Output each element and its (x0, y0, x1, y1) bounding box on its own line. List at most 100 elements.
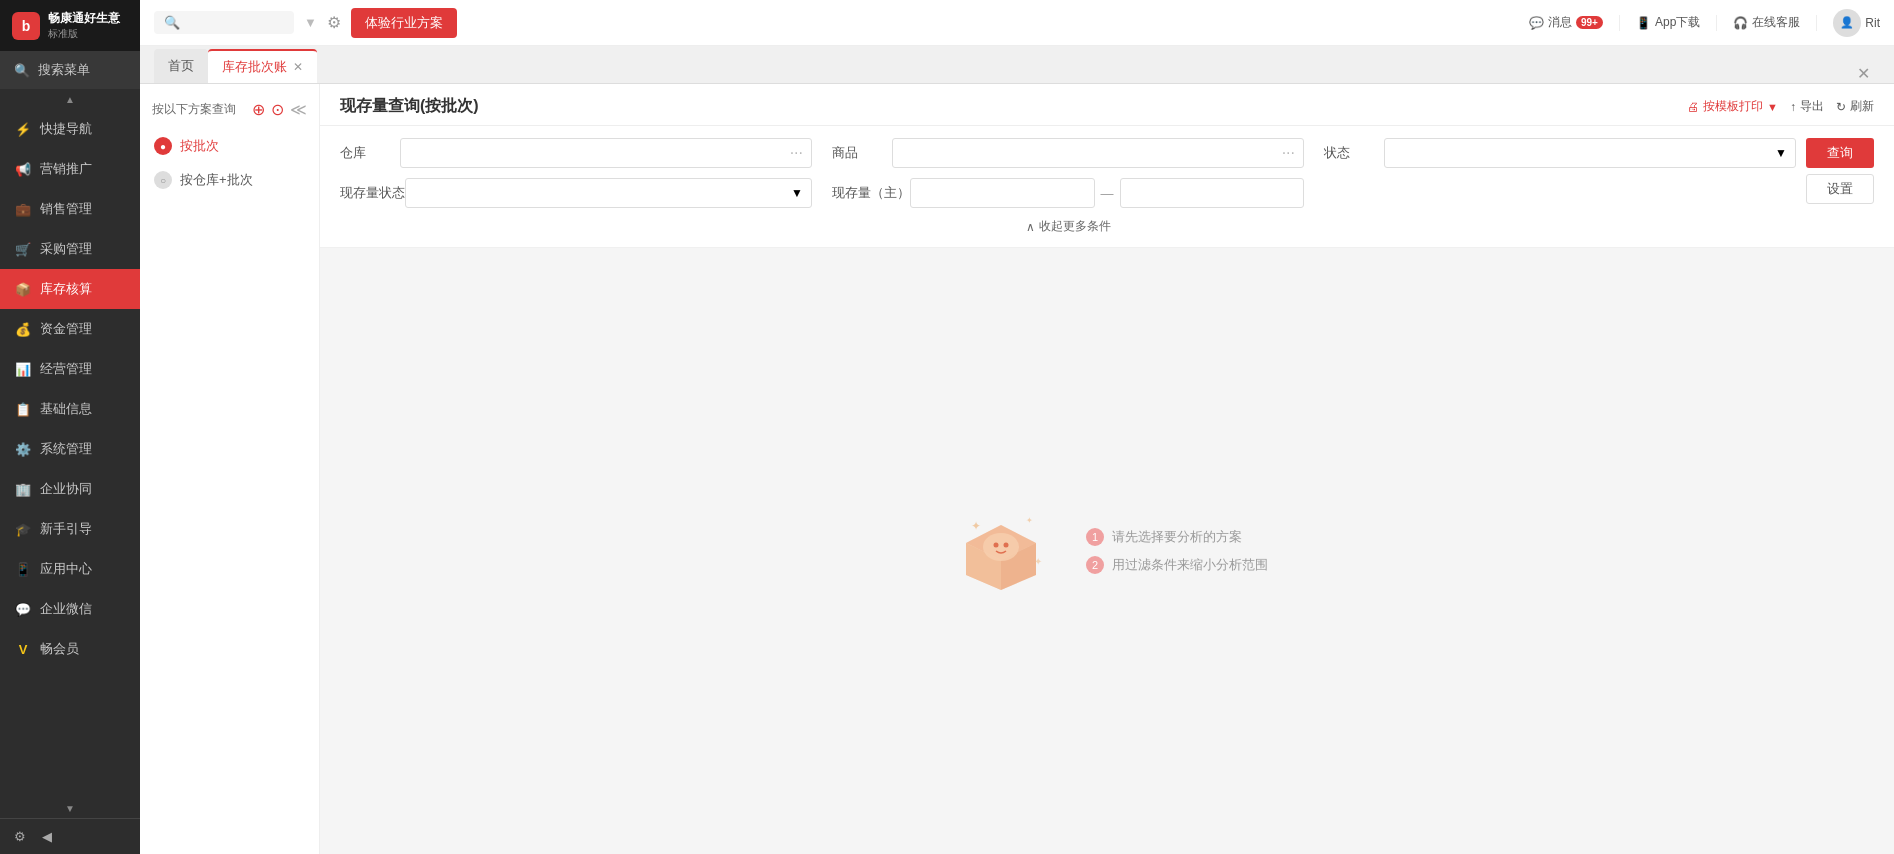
sidebar-item-vip[interactable]: V 畅会员 (0, 629, 140, 669)
refresh-button[interactable]: ↻ 刷新 (1836, 98, 1874, 115)
svg-text:✦: ✦ (971, 519, 981, 533)
box-icon: 📦 (14, 280, 32, 298)
sidebar-item-marketing[interactable]: 📢 营销推广 (0, 149, 140, 189)
filter-row-1: 仓库 ··· 商品 ··· (340, 138, 1796, 168)
scheme-by-batch-label: 按批次 (180, 137, 219, 155)
money-icon: 💰 (14, 320, 32, 338)
cart-icon: 🛒 (14, 240, 32, 258)
sidebar-item-appstore[interactable]: 📱 应用中心 (0, 549, 140, 589)
app-download-button[interactable]: 📱 App下载 (1636, 14, 1700, 31)
add-scheme-icon[interactable]: ⊕ (252, 100, 265, 119)
building-icon: 🏢 (14, 480, 32, 498)
messages-badge: 99+ (1576, 16, 1603, 29)
empty-tips: 1 请先选择要分析的方案 2 用过滤条件来缩小分析范围 (1086, 528, 1268, 574)
sidebar-collapse-icon[interactable]: ◀ (42, 829, 52, 844)
action-buttons: 查询 设置 (1806, 138, 1874, 204)
graduation-icon: 🎓 (14, 520, 32, 538)
flash-icon: ⚡ (14, 120, 32, 138)
print-dropdown-icon[interactable]: ▼ (1767, 101, 1778, 113)
topbar-actions: 💬 消息 99+ 📱 App下载 🎧 在线客服 👤 Rit (1529, 9, 1880, 37)
sidebar-footer: ⚙ ◀ (0, 818, 140, 854)
sidebar-settings-icon[interactable]: ⚙ (14, 829, 26, 844)
print-template-button[interactable]: 🖨 按模板打印 ▼ (1687, 98, 1778, 115)
goods-input[interactable]: ··· (892, 138, 1304, 168)
warehouse-more-icon[interactable]: ··· (790, 144, 803, 162)
inventory-qty-min[interactable] (910, 178, 1095, 208)
warehouse-input[interactable]: ··· (400, 138, 812, 168)
inventory-qty-max[interactable] (1120, 178, 1305, 208)
goods-more-icon[interactable]: ··· (1282, 144, 1295, 162)
tab-close-icon[interactable]: ✕ (293, 60, 303, 74)
left-panel-actions: ⊕ ⊙ ≪ (252, 100, 307, 119)
sidebar-scroll-down[interactable]: ▼ (0, 798, 140, 818)
sidebar-item-enterprise[interactable]: 🏢 企业协同 (0, 469, 140, 509)
tip-text-2: 用过滤条件来缩小分析范围 (1112, 556, 1268, 574)
vip-icon: V (14, 640, 32, 658)
goods-text-input[interactable] (901, 146, 1274, 160)
topbar: 🔍 ▼ ⚙ 体验行业方案 💬 消息 99+ 📱 App下载 🎧 在线客服 (140, 0, 1894, 46)
settings-button[interactable]: 设置 (1806, 174, 1874, 204)
topbar-settings-icon[interactable]: ⚙ (327, 13, 341, 32)
topbar-search-input[interactable] (186, 16, 276, 30)
range-separator: — (1101, 186, 1114, 201)
gear-icon: ⚙️ (14, 440, 32, 458)
sidebar-item-wechat[interactable]: 💬 企业微信 (0, 589, 140, 629)
empty-tip-1: 1 请先选择要分析的方案 (1086, 528, 1268, 546)
tab-home[interactable]: 首页 (154, 49, 208, 83)
print-icon: 🖨 (1687, 100, 1699, 114)
query-button[interactable]: 查询 (1806, 138, 1874, 168)
sidebar-item-finance[interactable]: 💰 资金管理 (0, 309, 140, 349)
tab-batch-account[interactable]: 库存批次账 ✕ (208, 49, 317, 83)
sidebar-item-quicknav[interactable]: ⚡ 快捷导航 (0, 109, 140, 149)
page-header-actions: 🖨 按模板打印 ▼ ↑ 导出 ↻ 刷新 (1687, 98, 1874, 115)
trial-button[interactable]: 体验行业方案 (351, 8, 457, 38)
online-service-button[interactable]: 🎧 在线客服 (1733, 14, 1800, 31)
collapse-button[interactable]: ∧ 收起更多条件 (1026, 218, 1111, 235)
sidebar-item-inventory[interactable]: 📦 库存核算 (0, 269, 140, 309)
scheme-by-batch[interactable]: ● 按批次 (140, 129, 319, 163)
status-select[interactable]: ▼ (1384, 138, 1796, 168)
sidebar-item-purchase[interactable]: 🛒 采购管理 (0, 229, 140, 269)
left-panel-header: 按以下方案查询 ⊕ ⊙ ≪ (140, 94, 319, 129)
export-icon: ↑ (1790, 100, 1796, 114)
user-menu[interactable]: 👤 Rit (1833, 9, 1880, 37)
messages-button[interactable]: 💬 消息 99+ (1529, 14, 1603, 31)
warehouse-text-input[interactable] (409, 146, 782, 160)
sidebar-item-newbie[interactable]: 🎓 新手引导 (0, 509, 140, 549)
empty-tip-2: 2 用过滤条件来缩小分析范围 (1086, 556, 1268, 574)
inventory-status-select[interactable]: ▼ (405, 178, 812, 208)
scheme-by-warehouse-batch[interactable]: ○ 按仓库+批次 (140, 163, 319, 197)
chart-icon: 📊 (14, 360, 32, 378)
sidebar-item-system[interactable]: ⚙️ 系统管理 (0, 429, 140, 469)
messages-label: 消息 (1548, 14, 1572, 31)
sidebar-search-label: 搜索菜单 (38, 61, 90, 79)
briefcase-icon: 💼 (14, 200, 32, 218)
sidebar-item-operations[interactable]: 📊 经营管理 (0, 349, 140, 389)
sidebar: b 畅康通好生意 标准版 🔍 搜索菜单 ▲ ⚡ 快捷导航 📢 营销推广 💼 销售… (0, 0, 140, 854)
megaphone-icon: 📢 (14, 160, 32, 178)
settings-scheme-icon[interactable]: ⊙ (271, 100, 284, 119)
sidebar-search[interactable]: 🔍 搜索菜单 (0, 51, 140, 89)
main-content: 现存量查询(按批次) 🖨 按模板打印 ▼ ↑ 导出 ↻ 刷新 (320, 84, 1894, 854)
sidebar-nav: ⚡ 快捷导航 📢 营销推广 💼 销售管理 🛒 采购管理 📦 库存核算 💰 资金管… (0, 109, 140, 798)
empty-illustration: ✦ ✦ ✦ (946, 495, 1056, 608)
left-panel-title: 按以下方案查询 (152, 101, 236, 118)
clipboard-icon: 📋 (14, 400, 32, 418)
tab-close-main-icon[interactable]: ✕ (1847, 64, 1880, 83)
filter-fields: 仓库 ··· 商品 ··· (340, 138, 1796, 235)
filter-group-status: 状态 ▼ (1324, 138, 1796, 168)
sidebar-item-sales[interactable]: 💼 销售管理 (0, 189, 140, 229)
search-icon: 🔍 (14, 63, 30, 78)
sidebar-item-basics[interactable]: 📋 基础信息 (0, 389, 140, 429)
collapse-panel-icon[interactable]: ≪ (290, 100, 307, 119)
export-button[interactable]: ↑ 导出 (1790, 98, 1824, 115)
inventory-qty-range: — (910, 178, 1304, 208)
username: Rit (1865, 16, 1880, 30)
topbar-search-box[interactable]: 🔍 (154, 11, 294, 34)
scheme-by-warehouse-batch-label: 按仓库+批次 (180, 171, 253, 189)
topbar-dropdown-icon[interactable]: ▼ (304, 15, 317, 30)
collapse-arrow-icon: ∧ (1026, 220, 1035, 234)
goods-label: 商品 (832, 144, 892, 162)
sidebar-scroll-up[interactable]: ▲ (0, 89, 140, 109)
warehouse-label: 仓库 (340, 144, 400, 162)
